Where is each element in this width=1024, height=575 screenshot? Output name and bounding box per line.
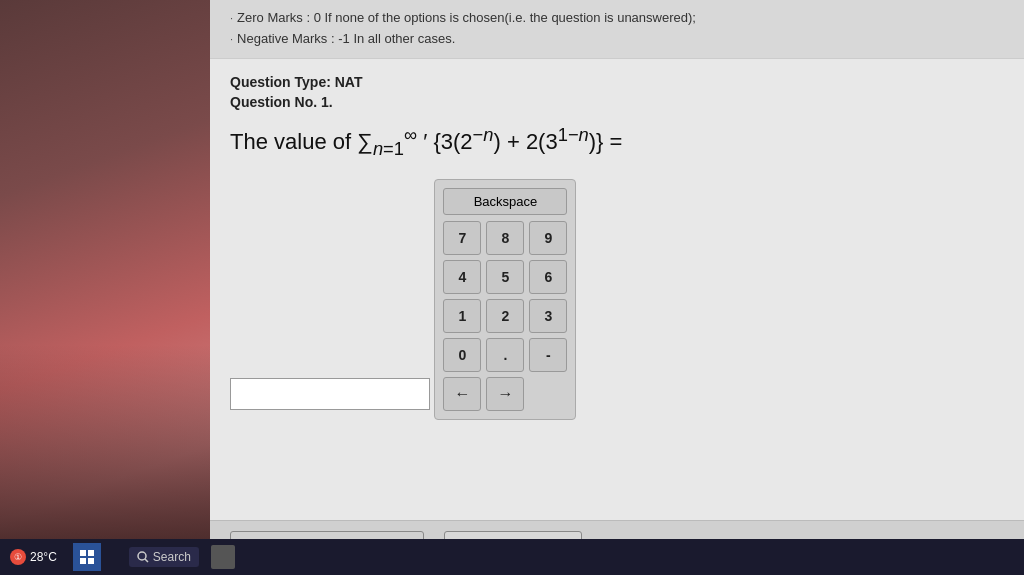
numpad-grid: 7 8 9 4 5 6 1 2 3 0 . - [443, 221, 567, 372]
svg-point-4 [138, 552, 146, 560]
svg-rect-0 [80, 550, 86, 556]
left-decorative-panel [0, 0, 210, 575]
arrow-right-button[interactable]: → [486, 377, 524, 411]
arrow-row: ← → [443, 377, 567, 411]
taskbar-search-label: Search [153, 550, 191, 564]
taskbar-user-icon [211, 545, 235, 569]
zero-marks-text: Zero Marks : 0 If none of the options is… [237, 8, 696, 29]
question-number-label: Question No. 1. [230, 94, 1004, 110]
svg-rect-2 [80, 558, 86, 564]
bullet-1: · [230, 10, 233, 28]
num-btn-0[interactable]: 0 [443, 338, 481, 372]
num-btn-2[interactable]: 2 [486, 299, 524, 333]
info-bar: · Zero Marks : 0 If none of the options … [210, 0, 1024, 59]
num-btn-7[interactable]: 7 [443, 221, 481, 255]
num-btn-5[interactable]: 5 [486, 260, 524, 294]
content-row: · Zero Marks : 0 If none of the options … [0, 0, 1024, 575]
num-btn-6[interactable]: 6 [529, 260, 567, 294]
taskbar: ① 28°C Search [0, 539, 1024, 575]
question-text: The value of ∑n=1∞ ′ {3(2−n) + 2(31−n)} … [230, 122, 1004, 161]
app-wrapper: · Zero Marks : 0 If none of the options … [0, 0, 1024, 575]
backspace-button[interactable]: Backspace [443, 188, 567, 215]
zero-marks-line: · Zero Marks : 0 If none of the options … [230, 8, 1004, 29]
main-content: · Zero Marks : 0 If none of the options … [210, 0, 1024, 575]
answer-input[interactable] [230, 378, 430, 410]
taskbar-temperature: ① 28°C [10, 549, 57, 565]
num-btn-minus[interactable]: - [529, 338, 567, 372]
taskbar-search-box[interactable]: Search [129, 547, 199, 567]
backspace-row: Backspace [443, 188, 567, 215]
num-btn-1[interactable]: 1 [443, 299, 481, 333]
num-btn-dot[interactable]: . [486, 338, 524, 372]
question-area: Question Type: NAT Question No. 1. The v… [210, 59, 1024, 520]
taskbar-windows-icon[interactable] [73, 543, 101, 571]
num-btn-3[interactable]: 3 [529, 299, 567, 333]
num-btn-4[interactable]: 4 [443, 260, 481, 294]
svg-rect-3 [88, 558, 94, 564]
svg-rect-1 [88, 550, 94, 556]
num-btn-9[interactable]: 9 [529, 221, 567, 255]
question-type-label: Question Type: NAT [230, 74, 1004, 90]
arrow-left-button[interactable]: ← [443, 377, 481, 411]
numpad: Backspace 7 8 9 4 5 6 1 2 3 0 . - [434, 179, 576, 420]
negative-marks-text: Negative Marks : -1 In all other cases. [237, 29, 455, 50]
num-btn-8[interactable]: 8 [486, 221, 524, 255]
bullet-2: · [230, 31, 233, 49]
negative-marks-line: · Negative Marks : -1 In all other cases… [230, 29, 1004, 50]
svg-line-5 [145, 559, 148, 562]
temperature-value: 28°C [30, 550, 57, 564]
temperature-icon: ① [10, 549, 26, 565]
